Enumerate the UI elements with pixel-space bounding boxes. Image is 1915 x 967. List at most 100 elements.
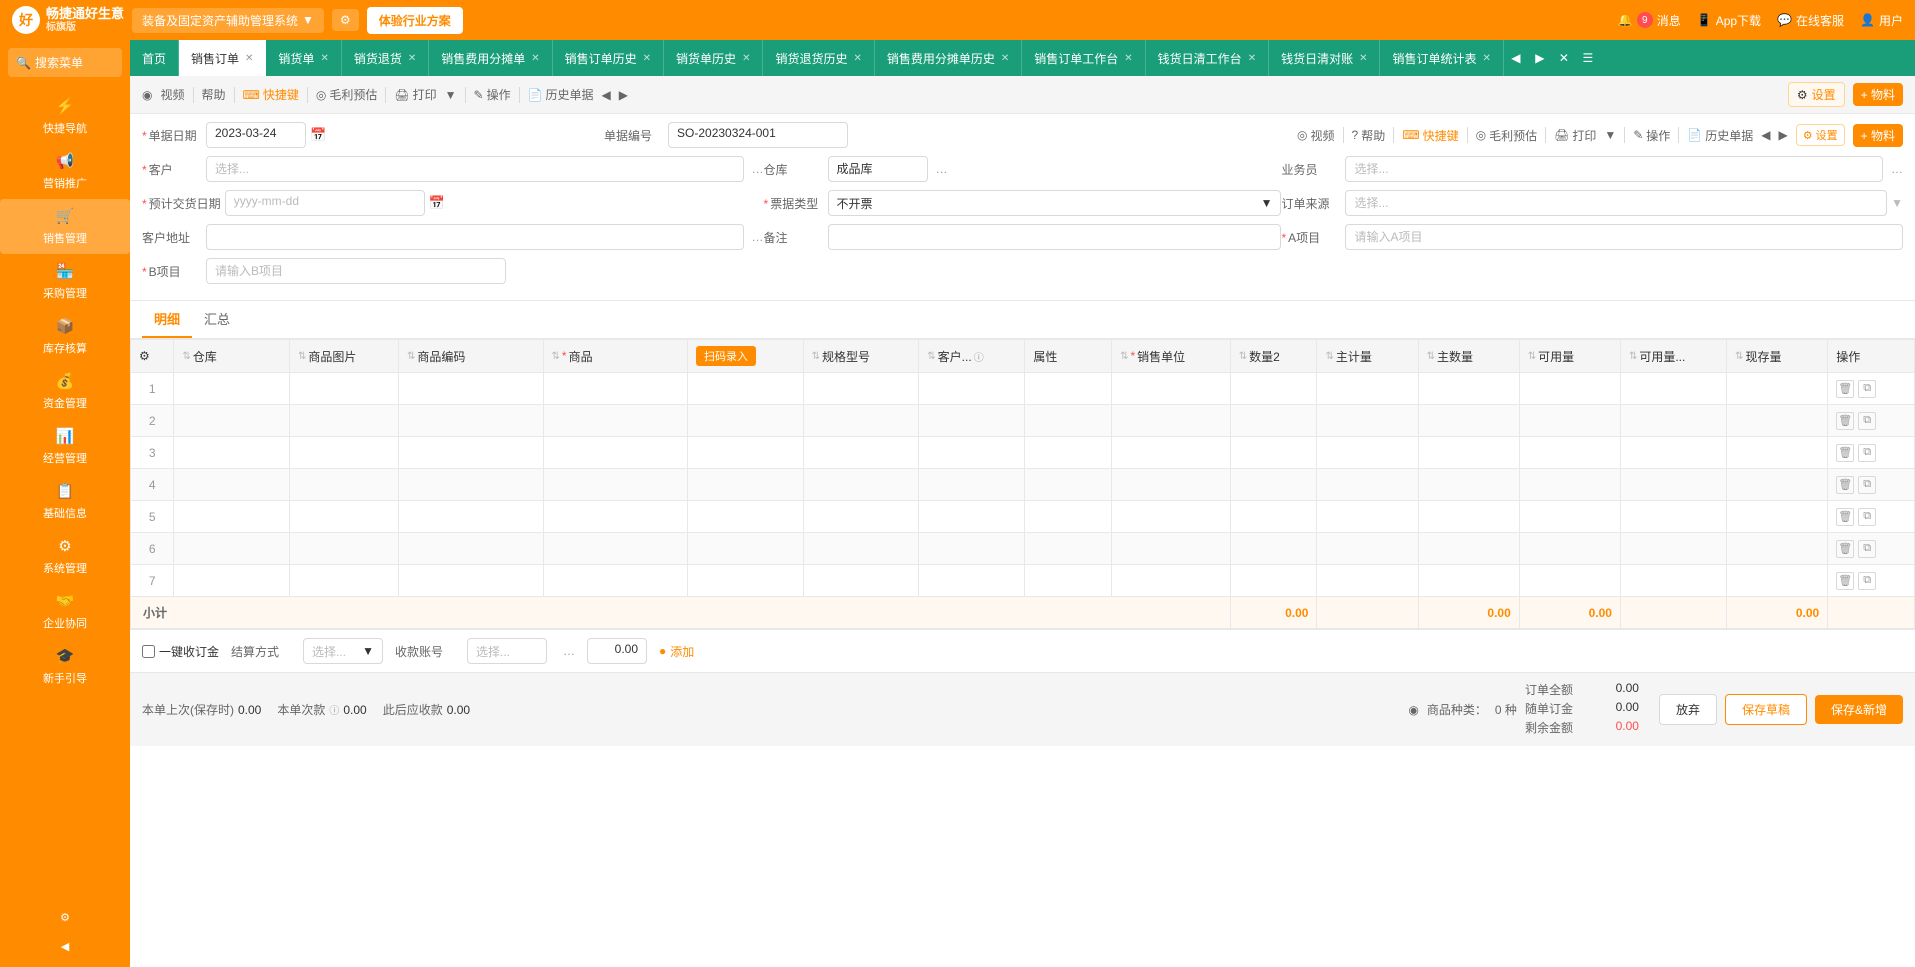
row-avail[interactable] bbox=[1519, 501, 1620, 533]
row-delete-btn[interactable]: 🗑 bbox=[1836, 444, 1854, 462]
toolbar-print-dropdown-btn2[interactable]: ▼ bbox=[1604, 128, 1616, 142]
row-product[interactable] bbox=[543, 405, 688, 437]
row-img[interactable] bbox=[289, 533, 398, 565]
tab-sales-return-close[interactable]: ✕ bbox=[408, 53, 416, 64]
row-unit[interactable] bbox=[1112, 501, 1231, 533]
row-qty2[interactable] bbox=[1230, 501, 1317, 533]
row-main-unit[interactable] bbox=[1317, 501, 1418, 533]
tab-order-workbench[interactable]: 销售订单工作台 ✕ bbox=[1022, 40, 1145, 76]
row-spec[interactable] bbox=[803, 373, 919, 405]
row-main-unit[interactable] bbox=[1317, 437, 1418, 469]
notification-btn[interactable]: 🔔 9 消息 bbox=[1618, 12, 1681, 29]
row-qty2[interactable] bbox=[1230, 469, 1317, 501]
row-copy-btn[interactable]: ⧉ bbox=[1858, 444, 1876, 462]
row-warehouse[interactable] bbox=[174, 405, 290, 437]
sidebar-item-operations[interactable]: 📊 经营管理 bbox=[0, 419, 130, 474]
help-btn[interactable]: 帮助 bbox=[202, 86, 226, 103]
settings-btn-top[interactable]: ⚙ bbox=[332, 9, 359, 31]
tab-cash-workbench[interactable]: 钱货日清工作台 ✕ bbox=[1146, 40, 1269, 76]
th-attr[interactable]: 属性 bbox=[1025, 340, 1112, 373]
row-code[interactable] bbox=[398, 501, 543, 533]
print-dropdown-btn[interactable]: ▼ bbox=[445, 88, 457, 102]
row-code[interactable] bbox=[398, 373, 543, 405]
tab-invoice-history[interactable]: 销货单历史 ✕ bbox=[664, 40, 763, 76]
row-code[interactable] bbox=[398, 469, 543, 501]
toolbar-settings-btn2[interactable]: ⚙ 设置 bbox=[1796, 124, 1845, 146]
row-delete-btn[interactable]: 🗑 bbox=[1836, 508, 1854, 526]
row-attr[interactable] bbox=[1025, 501, 1112, 533]
th-img[interactable]: ⇅ 商品图片 bbox=[289, 340, 398, 373]
save-new-btn[interactable]: 保存&新增 bbox=[1815, 695, 1903, 724]
order-source-input[interactable]: 选择... bbox=[1345, 190, 1887, 216]
row-qty2[interactable] bbox=[1230, 565, 1317, 597]
sidebar-item-enterprise[interactable]: 🤝 企业协同 bbox=[0, 584, 130, 639]
row-copy-btn[interactable]: ⧉ bbox=[1858, 412, 1876, 430]
row-main-qty[interactable] bbox=[1418, 469, 1519, 501]
date-input[interactable]: 2023-03-24 bbox=[206, 122, 306, 148]
row-avail2[interactable] bbox=[1620, 405, 1726, 437]
row-stock[interactable] bbox=[1727, 533, 1828, 565]
row-avail[interactable] bbox=[1519, 533, 1620, 565]
row-scan[interactable] bbox=[688, 373, 804, 405]
row-product[interactable] bbox=[543, 469, 688, 501]
th-code[interactable]: ⇅ 商品编码 bbox=[398, 340, 543, 373]
tab-menu-btn[interactable]: ☰ bbox=[1576, 40, 1600, 76]
row-product[interactable] bbox=[543, 373, 688, 405]
toolbar-nav-prev2[interactable]: ◀ bbox=[1761, 128, 1770, 142]
tab-sales-expense[interactable]: 销售费用分摊单 ✕ bbox=[429, 40, 552, 76]
toolbar-profit-btn2[interactable]: ◎ 毛利预估 bbox=[1476, 127, 1538, 144]
row-copy-btn[interactable]: ⧉ bbox=[1858, 380, 1876, 398]
operation-btn[interactable]: ✎ 操作 bbox=[474, 86, 511, 103]
view-btn[interactable]: 视频 bbox=[160, 86, 184, 103]
warehouse-input[interactable]: 成品库 bbox=[828, 156, 928, 182]
row-main-qty[interactable] bbox=[1418, 405, 1519, 437]
row-attr[interactable] bbox=[1025, 565, 1112, 597]
row-avail[interactable] bbox=[1519, 373, 1620, 405]
row-stock[interactable] bbox=[1727, 565, 1828, 597]
row-stock[interactable] bbox=[1727, 405, 1828, 437]
th-spec[interactable]: ⇅ 规格型号 bbox=[803, 340, 919, 373]
tab-prev-btn[interactable]: ◀ bbox=[1504, 40, 1528, 76]
row-attr[interactable] bbox=[1025, 437, 1112, 469]
row-avail[interactable] bbox=[1519, 565, 1620, 597]
row-img[interactable] bbox=[289, 501, 398, 533]
app-download-btn[interactable]: 📱 App下载 bbox=[1697, 12, 1761, 29]
invoice-type-select[interactable]: 不开票 ▼ bbox=[828, 190, 1282, 216]
row-scan[interactable] bbox=[688, 405, 804, 437]
row-main-qty[interactable] bbox=[1418, 373, 1519, 405]
th-avail2[interactable]: ⇅ 可用量... bbox=[1620, 340, 1726, 373]
toolbar-add-material-btn2[interactable]: + 物料 bbox=[1853, 124, 1903, 147]
nav-next-btn[interactable]: ▶ bbox=[619, 88, 628, 102]
th-main-qty[interactable]: ⇅ 主数量 bbox=[1418, 340, 1519, 373]
sidebar-item-sales[interactable]: 🛒 销售管理 bbox=[0, 199, 130, 254]
row-customer-code[interactable] bbox=[919, 533, 1025, 565]
row-main-unit[interactable] bbox=[1317, 405, 1418, 437]
row-avail[interactable] bbox=[1519, 405, 1620, 437]
salesperson-more-btn[interactable]: … bbox=[1891, 162, 1903, 176]
th-unit[interactable]: ⇅ *销售单位 bbox=[1112, 340, 1231, 373]
sidebar-item-inventory[interactable]: 📦 库存核算 bbox=[0, 309, 130, 364]
row-product[interactable] bbox=[543, 501, 688, 533]
row-attr[interactable] bbox=[1025, 533, 1112, 565]
save-draft-btn[interactable]: 保存草稿 bbox=[1725, 694, 1807, 725]
scan-btn[interactable]: 扫码录入 bbox=[696, 346, 756, 366]
number-input[interactable]: SO-20230324-001 bbox=[668, 122, 848, 148]
row-delete-btn[interactable]: 🗑 bbox=[1836, 412, 1854, 430]
row-img[interactable] bbox=[289, 437, 398, 469]
tab-sales-order-close[interactable]: ✕ bbox=[245, 53, 253, 64]
row-stock[interactable] bbox=[1727, 469, 1828, 501]
online-service-btn[interactable]: 💬 在线客服 bbox=[1777, 12, 1844, 29]
row-code[interactable] bbox=[398, 437, 543, 469]
address-input[interactable] bbox=[206, 224, 744, 250]
toolbar-print-btn2[interactable]: 🖨 打印 bbox=[1554, 127, 1596, 144]
payment-method-select[interactable]: 选择... ▼ bbox=[303, 638, 383, 664]
th-avail[interactable]: ⇅ 可用量 bbox=[1519, 340, 1620, 373]
search-menu-btn[interactable]: 🔍 搜索菜单 bbox=[8, 48, 122, 77]
system-selector[interactable]: 装备及固定资产辅助管理系统 ▼ bbox=[132, 8, 324, 33]
delivery-calendar-icon[interactable]: 📅 bbox=[429, 195, 445, 211]
tab-next-btn[interactable]: ▶ bbox=[1528, 40, 1552, 76]
row-warehouse[interactable] bbox=[174, 565, 290, 597]
row-img[interactable] bbox=[289, 373, 398, 405]
row-warehouse[interactable] bbox=[174, 501, 290, 533]
delivery-date-input[interactable]: yyyy-mm-dd bbox=[225, 190, 425, 216]
